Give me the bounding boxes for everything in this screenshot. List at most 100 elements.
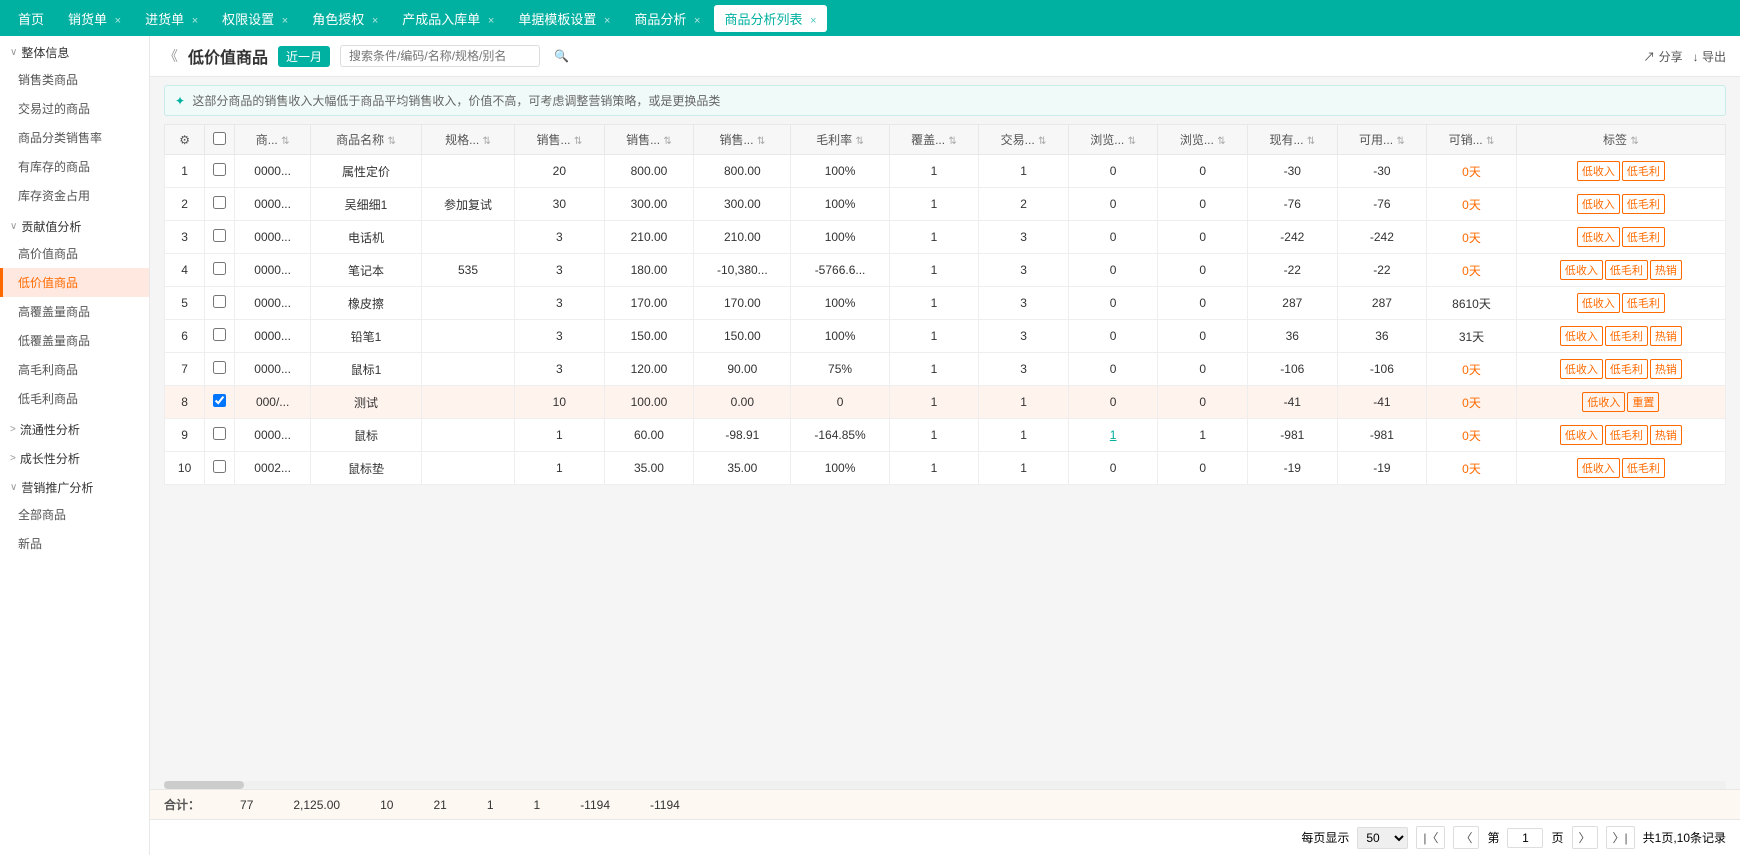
sidebar-item-category-sales[interactable]: 商品分类销售率	[0, 123, 149, 152]
sidebar-item-stock-products[interactable]: 有库存的商品	[0, 152, 149, 181]
row-checkbox[interactable]	[213, 295, 226, 308]
close-icon[interactable]: ×	[810, 15, 816, 27]
col-trade[interactable]: 交易... ⇅	[979, 125, 1069, 155]
row-browse1: 0	[1158, 320, 1248, 353]
row-sale1: 100.00	[604, 386, 694, 419]
col-sale-qty[interactable]: 销售... ⇅	[515, 125, 605, 155]
row-tags: 低收入低毛利热销	[1516, 353, 1725, 386]
close-icon[interactable]: ×	[282, 15, 288, 27]
close-icon[interactable]: ×	[488, 15, 494, 27]
sidebar-section-growth[interactable]: > 成长性分析	[0, 442, 149, 471]
sidebar-item-high-profit[interactable]: 高毛利商品	[0, 355, 149, 384]
nav-template[interactable]: 单据模板设置 ×	[508, 5, 620, 32]
sidebar-item-low-value[interactable]: 低价值商品	[0, 268, 149, 297]
nav-permissions[interactable]: 权限设置 ×	[212, 5, 298, 32]
col-spec[interactable]: 规格... ⇅	[421, 125, 514, 155]
header-actions: ↗ 分享 ↓ 导出	[1643, 48, 1726, 65]
row-checkbox-cell[interactable]	[205, 353, 235, 386]
row-stock2: 0天	[1427, 386, 1517, 419]
col-browse2[interactable]: 浏览... ⇅	[1158, 125, 1248, 155]
close-icon[interactable]: ×	[372, 15, 378, 27]
row-checkbox[interactable]	[213, 328, 226, 341]
row-sale3: 75%	[791, 353, 889, 386]
col-gross-rate[interactable]: 毛利率 ⇅	[791, 125, 889, 155]
export-button[interactable]: ↓ 导出	[1693, 48, 1726, 65]
col-stock-avail[interactable]: 可用... ⇅	[1337, 125, 1427, 155]
row-checkbox-cell[interactable]	[205, 320, 235, 353]
col-browse1[interactable]: 浏览... ⇅	[1068, 125, 1158, 155]
nav-sales[interactable]: 销货单 ×	[58, 5, 131, 32]
col-sale-profit[interactable]: 销售... ⇅	[694, 125, 791, 155]
close-icon[interactable]: ×	[115, 15, 121, 27]
row-trade[interactable]: 1	[1068, 419, 1158, 452]
sidebar-section-contribution[interactable]: ∨ 贡献值分析	[0, 210, 149, 239]
sidebar-item-high-coverage[interactable]: 高覆盖量商品	[0, 297, 149, 326]
sidebar-item-sales-products[interactable]: 销售类商品	[0, 65, 149, 94]
sidebar-item-stock-capital[interactable]: 库存资金占用	[0, 181, 149, 210]
prev-page-button[interactable]: 〈	[1453, 826, 1479, 849]
period-button[interactable]: 近一月	[278, 46, 330, 67]
col-checkbox[interactable]	[205, 125, 235, 155]
row-checkbox[interactable]	[213, 361, 226, 374]
row-checkbox-cell[interactable]	[205, 419, 235, 452]
nav-product-storage[interactable]: 产成品入库单 ×	[392, 5, 504, 32]
col-settings[interactable]: ⚙	[165, 125, 205, 155]
next-page-button[interactable]: 〉	[1572, 826, 1598, 849]
sidebar-item-high-value[interactable]: 高价值商品	[0, 239, 149, 268]
row-sale1: 170.00	[604, 287, 694, 320]
sidebar-item-low-profit[interactable]: 低毛利商品	[0, 384, 149, 413]
page-number-input[interactable]	[1507, 828, 1543, 848]
row-checkbox-cell[interactable]	[205, 452, 235, 485]
sidebar-item-traded-products[interactable]: 交易过的商品	[0, 94, 149, 123]
row-checkbox[interactable]	[213, 163, 226, 176]
col-sale-amount[interactable]: 销售... ⇅	[604, 125, 694, 155]
select-all-checkbox[interactable]	[213, 132, 226, 145]
row-checkbox-cell[interactable]	[205, 188, 235, 221]
col-name[interactable]: 商品名称 ⇅	[311, 125, 422, 155]
search-icon[interactable]: 🔍	[554, 49, 569, 63]
col-stock-sale[interactable]: 可销... ⇅	[1427, 125, 1517, 155]
col-tags[interactable]: 标签 ⇅	[1516, 125, 1725, 155]
row-checkbox[interactable]	[213, 460, 226, 473]
col-code[interactable]: 商... ⇅	[235, 125, 311, 155]
row-checkbox-cell[interactable]	[205, 221, 235, 254]
row-cover: 1	[979, 452, 1069, 485]
sidebar-item-new-products[interactable]: 新品	[0, 529, 149, 558]
row-checkbox-cell[interactable]	[205, 155, 235, 188]
row-checkbox[interactable]	[213, 229, 226, 242]
row-checkbox[interactable]	[213, 262, 226, 275]
nav-product-analysis-list[interactable]: 商品分析列表 ×	[714, 5, 826, 32]
row-checkbox-cell[interactable]	[205, 386, 235, 419]
sidebar-item-low-coverage[interactable]: 低覆盖量商品	[0, 326, 149, 355]
last-page-button[interactable]: 〉|	[1606, 826, 1635, 849]
tag-badge: 低收入	[1582, 392, 1625, 412]
close-icon[interactable]: ×	[694, 15, 700, 27]
row-browse1: 0	[1158, 254, 1248, 287]
horizontal-scrollbar[interactable]	[164, 781, 1726, 789]
sidebar-section-circulation[interactable]: > 流通性分析	[0, 413, 149, 442]
row-code: 0000...	[235, 419, 311, 452]
nav-roles[interactable]: 角色授权 ×	[302, 5, 388, 32]
col-stock-cur[interactable]: 现有... ⇅	[1248, 125, 1338, 155]
share-button[interactable]: ↗ 分享	[1643, 48, 1682, 65]
nav-product-analysis[interactable]: 商品分析 ×	[624, 5, 710, 32]
sidebar-item-all-products[interactable]: 全部商品	[0, 500, 149, 529]
row-checkbox-cell[interactable]	[205, 254, 235, 287]
search-input[interactable]	[340, 45, 540, 67]
scrollbar-thumb[interactable]	[164, 781, 244, 789]
nav-purchase[interactable]: 进货单 ×	[135, 5, 208, 32]
row-browse2: -242	[1248, 221, 1338, 254]
nav-home[interactable]: 首页	[8, 5, 54, 32]
per-page-select[interactable]: 50 100 200	[1357, 827, 1408, 849]
first-page-button[interactable]: |〈	[1416, 826, 1445, 849]
row-checkbox[interactable]	[213, 427, 226, 440]
sidebar-section-overall[interactable]: ∨ 整体信息	[0, 36, 149, 65]
close-icon[interactable]: ×	[192, 15, 198, 27]
col-coverage[interactable]: 覆盖... ⇅	[889, 125, 979, 155]
sidebar-section-marketing[interactable]: ∨ 营销推广分析	[0, 471, 149, 500]
collapse-button[interactable]: 《	[164, 46, 178, 66]
row-checkbox[interactable]	[213, 196, 226, 209]
row-checkbox[interactable]	[213, 394, 226, 407]
close-icon[interactable]: ×	[604, 15, 610, 27]
row-checkbox-cell[interactable]	[205, 287, 235, 320]
